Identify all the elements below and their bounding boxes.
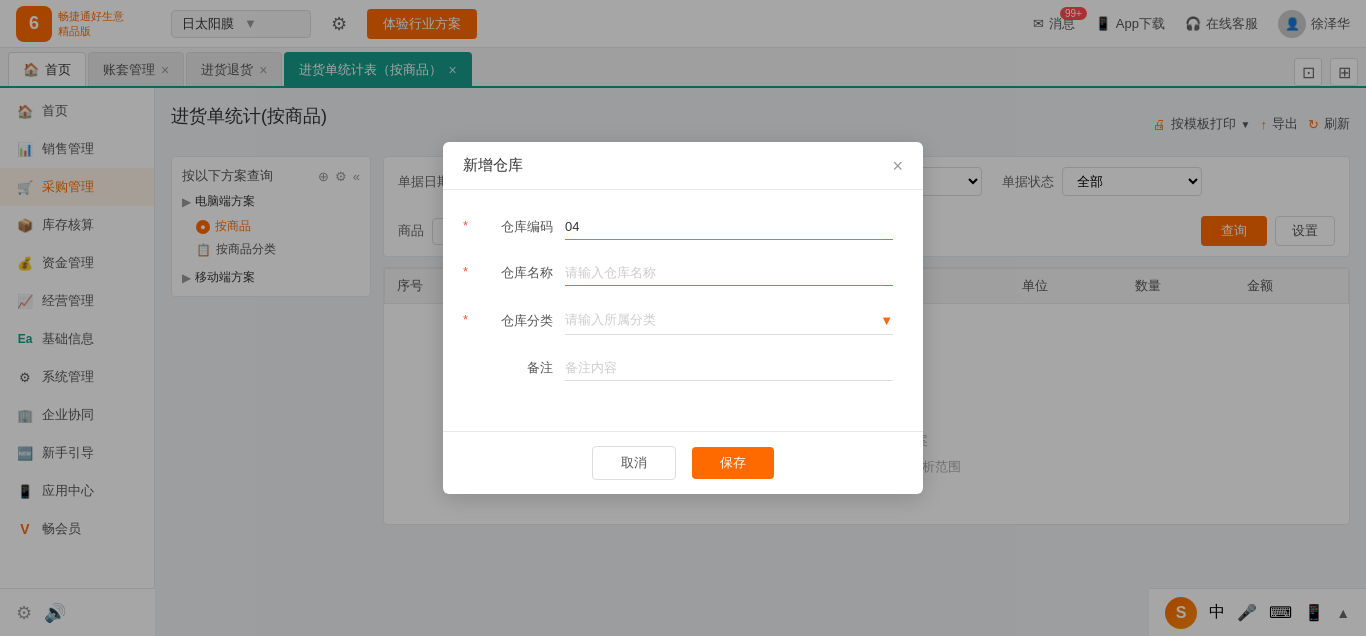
warehouse-code-input[interactable] [565,214,893,240]
save-button[interactable]: 保存 [692,447,774,479]
new-warehouse-modal: 新增仓库 × 仓库编码 仓库名称 仓库分类 请输入所属分类 ▼ [443,142,923,494]
form-row-note: 备注 [473,355,893,381]
category-placeholder: 请输入所属分类 [565,311,656,329]
field-name-label: 仓库名称 [473,264,553,282]
field-category-label: 仓库分类 [473,312,553,330]
modal-footer: 取消 保存 [443,431,923,494]
modal-close-button[interactable]: × [892,157,903,175]
modal-title: 新增仓库 [463,156,523,175]
cancel-button[interactable]: 取消 [592,446,676,480]
modal-body: 仓库编码 仓库名称 仓库分类 请输入所属分类 ▼ 备注 [443,190,923,431]
field-code-label: 仓库编码 [473,218,553,236]
modal-header: 新增仓库 × [443,142,923,190]
form-row-category: 仓库分类 请输入所属分类 ▼ [473,306,893,335]
field-note-label: 备注 [473,359,553,377]
warehouse-note-input[interactable] [565,355,893,381]
dropdown-arrow-icon: ▼ [880,313,893,328]
modal-overlay: 新增仓库 × 仓库编码 仓库名称 仓库分类 请输入所属分类 ▼ [0,0,1366,636]
form-row-code: 仓库编码 [473,214,893,240]
warehouse-name-input[interactable] [565,260,893,286]
form-row-name: 仓库名称 [473,260,893,286]
warehouse-category-select[interactable]: 请输入所属分类 ▼ [565,306,893,335]
